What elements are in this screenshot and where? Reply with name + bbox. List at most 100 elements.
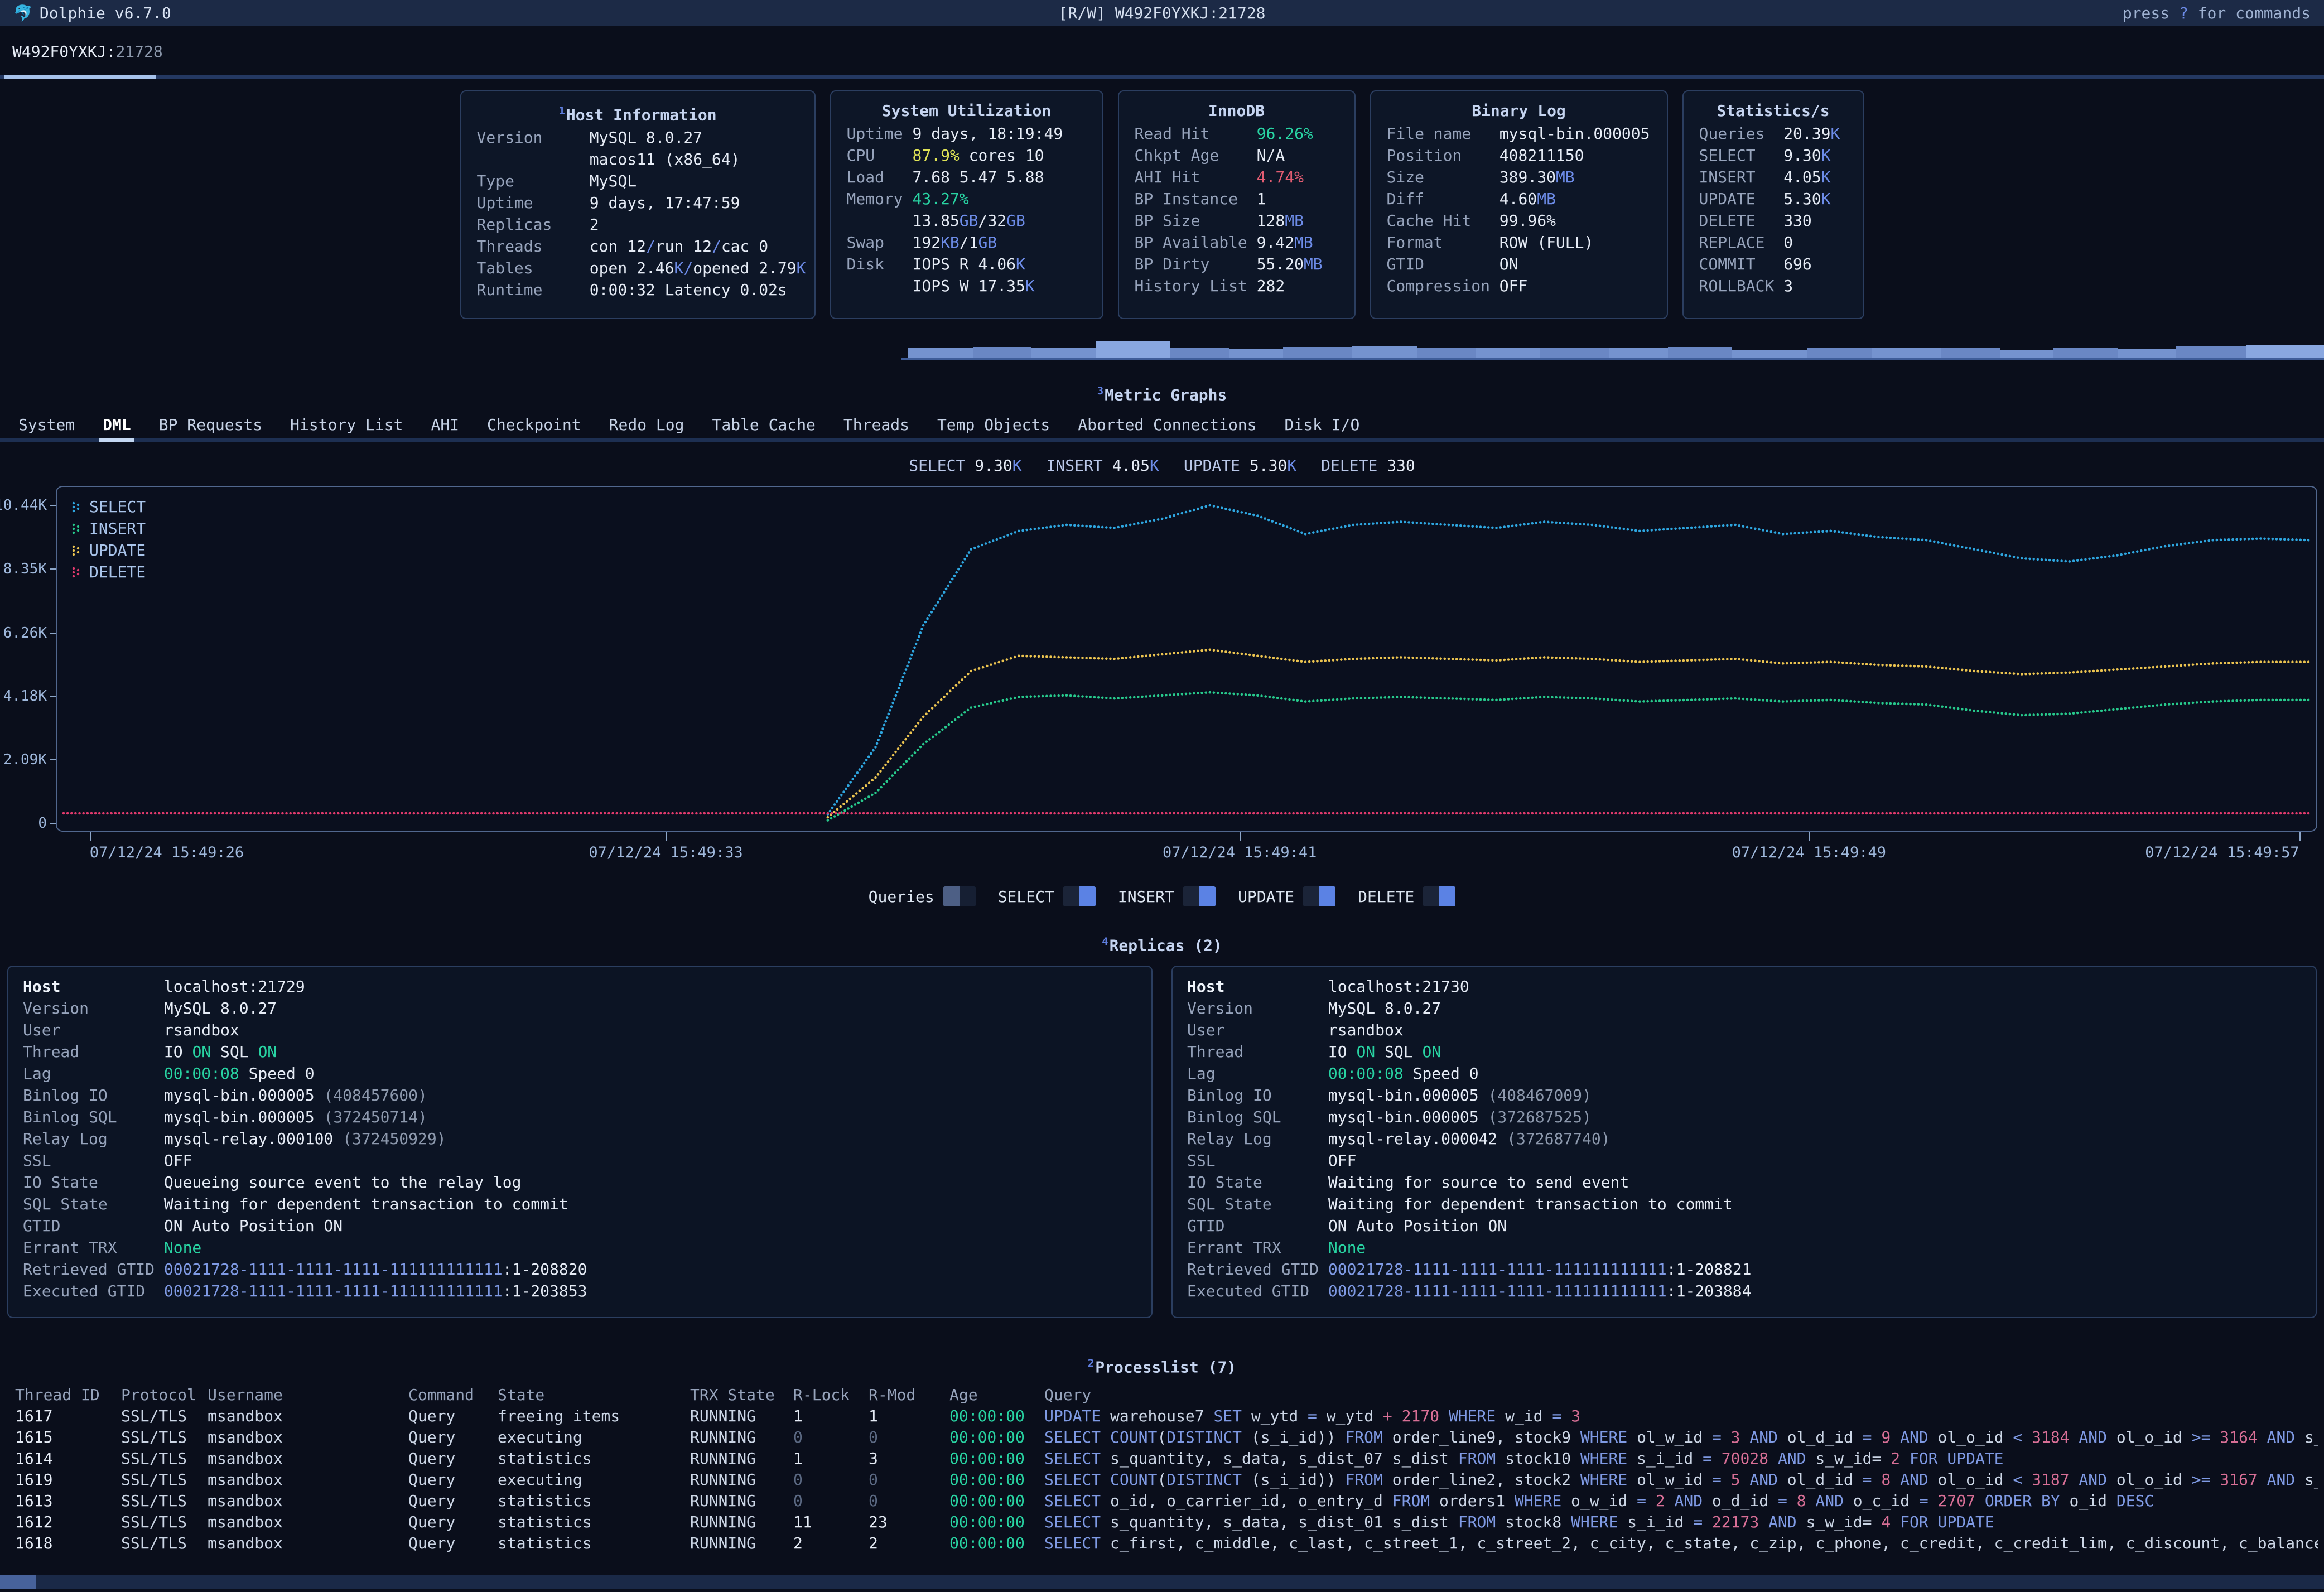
cell-thread-id: 1618 [15, 1533, 121, 1554]
replica-row: Executed GTID00021728-1111-1111-1111-111… [23, 1280, 1137, 1302]
cell-query: SELECT o_id, o_carrier_id, o_entry_d FRO… [1044, 1490, 2318, 1512]
metric-tab-checkpoint[interactable]: Checkpoint [473, 412, 595, 438]
replica-value: mysql-bin.000005 (408457600) [164, 1084, 427, 1106]
toggle-item-update: UPDATE [1238, 886, 1335, 906]
metric-tab-dml[interactable]: DML [89, 412, 145, 438]
processlist-row[interactable]: 1618SSL/TLSmsandboxQuerystatisticsRUNNIN… [15, 1533, 2318, 1554]
metric-tab-system[interactable]: System [4, 412, 89, 438]
replica-label: Retrieved GTID [1187, 1258, 1328, 1280]
processlist-row[interactable]: 1612SSL/TLSmsandboxQuerystatisticsRUNNIN… [15, 1512, 2318, 1533]
metric-tab-history-list[interactable]: History List [276, 412, 417, 438]
dolphie-app: { "header": { "app_icon": "🐬", "app_titl… [0, 0, 2324, 1592]
cell-r-lock: 0 [793, 1490, 869, 1512]
info-row: Threadscon 12/run 12/cac 0 [477, 235, 799, 257]
info-value: MySQL [590, 170, 637, 192]
replica-row: Executed GTID00021728-1111-1111-1111-111… [1187, 1280, 2301, 1302]
replica-value: Queueing source event to the relay log [164, 1171, 522, 1193]
info-label: Format [1387, 231, 1499, 253]
legend-item-delete: DELETE [71, 561, 146, 583]
info-label: BP Dirty [1135, 253, 1257, 275]
legend-dots-icon [71, 501, 80, 513]
processlist-row[interactable]: 1617SSL/TLSmsandboxQueryfreeing itemsRUN… [15, 1406, 2318, 1427]
cell-protocol: SSL/TLS [121, 1512, 208, 1533]
cell-username: msandbox [208, 1406, 408, 1427]
processlist-row[interactable]: 1613SSL/TLSmsandboxQuerystatisticsRUNNIN… [15, 1490, 2318, 1512]
x-axis-label: 07/12/24 15:49:33 [589, 844, 742, 861]
metric-tab-table-cache[interactable]: Table Cache [698, 412, 829, 438]
metric-tab-disk-i-o[interactable]: Disk I/O [1271, 412, 1374, 438]
toggle-delete[interactable] [1423, 886, 1455, 906]
legend-label: INSERT [89, 519, 146, 538]
cell-r-lock: 2 [793, 1533, 869, 1554]
toggle-queries[interactable] [943, 886, 976, 906]
y-axis-tick [50, 568, 56, 570]
toggle-item-insert: INSERT [1118, 886, 1216, 906]
cell-query: SELECT s_quantity, s_data, s_dist_07 s_d… [1044, 1448, 2318, 1469]
info-value: 13.85GB/32GB [913, 210, 1025, 231]
toggle-insert[interactable] [1183, 886, 1216, 906]
replica-value: mysql-relay.000100 (372450929) [164, 1128, 446, 1150]
scrollbar-thumb[interactable] [0, 1575, 36, 1589]
help-hint: press ? for commands [2123, 4, 2311, 22]
info-label: REPLACE [1699, 231, 1784, 253]
metric-tab-temp-objects[interactable]: Temp Objects [923, 412, 1064, 438]
replica-value: 00021728-1111-1111-1111-111111111111:1-2… [164, 1280, 587, 1302]
host-tab[interactable]: W492F0YXKJ:21728 [12, 42, 163, 61]
cell-state: statistics [498, 1448, 690, 1469]
replica-label: Host [23, 976, 164, 997]
info-row: Uptime9 days, 18:19:49 [847, 123, 1087, 144]
metric-tab-threads[interactable]: Threads [830, 412, 923, 438]
cell-username: msandbox [208, 1512, 408, 1533]
replica-label: Errant TRX [23, 1237, 164, 1258]
replica-row: SQL StateWaiting for dependent transacti… [1187, 1193, 2301, 1215]
replica-panel-1: Hostlocalhost:21729VersionMySQL 8.0.27Us… [7, 966, 1153, 1318]
replica-value: MySQL 8.0.27 [164, 997, 277, 1019]
metric-tab-bp-requests[interactable]: BP Requests [145, 412, 276, 438]
info-label: Size [1387, 166, 1499, 188]
column-header-trx-state: TRX State [690, 1384, 793, 1406]
info-value: OFF [1499, 275, 1528, 297]
bottom-scrollbar[interactable] [0, 1575, 2324, 1589]
replica-row: Hostlocalhost:21730 [1187, 976, 2301, 997]
info-label: Swap [847, 231, 913, 253]
info-row: File namemysql-bin.000005 [1387, 123, 1651, 144]
replica-label: Thread [1187, 1041, 1328, 1063]
info-row: Diff4.60MB [1387, 188, 1651, 210]
replica-row: ThreadIO ON SQL ON [23, 1041, 1137, 1063]
info-row: BP Instance1 [1135, 188, 1339, 210]
processlist-row[interactable]: 1619SSL/TLSmsandboxQueryexecutingRUNNING… [15, 1469, 2318, 1490]
metric-tab-bar: SystemDMLBP RequestsHistory ListAHICheck… [0, 412, 2324, 438]
info-row: IOPS W 17.35K [847, 275, 1087, 297]
processlist-row[interactable]: 1615SSL/TLSmsandboxQueryexecutingRUNNING… [15, 1427, 2318, 1448]
toggle-item-delete: DELETE [1358, 886, 1455, 906]
cell-query: SELECT s_quantity, s_data, s_dist_01 s_d… [1044, 1512, 2318, 1533]
metric-tab-redo-log[interactable]: Redo Log [595, 412, 698, 438]
info-label: Position [1387, 144, 1499, 166]
toggle-update[interactable] [1303, 886, 1335, 906]
panel-title: Statistics/s [1699, 99, 1848, 123]
x-axis-tick [666, 832, 667, 841]
info-label: GTID [1387, 253, 1499, 275]
processlist-row[interactable]: 1614SSL/TLSmsandboxQuerystatisticsRUNNIN… [15, 1448, 2318, 1469]
info-label: BP Size [1135, 210, 1257, 231]
cell-protocol: SSL/TLS [121, 1533, 208, 1554]
activity-sparkline [901, 340, 2324, 360]
info-label: Compression [1387, 275, 1499, 297]
cell-thread-id: 1613 [15, 1490, 121, 1512]
toggle-label: Queries [869, 887, 934, 906]
metric-tab-ahi[interactable]: AHI [417, 412, 473, 438]
replica-value: 00021728-1111-1111-1111-111111111111:1-2… [164, 1258, 587, 1280]
metric-tab-aborted-connections[interactable]: Aborted Connections [1064, 412, 1270, 438]
cell-trx-state: RUNNING [690, 1469, 793, 1490]
cell-command: Query [408, 1427, 498, 1448]
toggle-label: SELECT [998, 887, 1054, 906]
toggle-select[interactable] [1063, 886, 1096, 906]
info-label: SELECT [1699, 144, 1784, 166]
replica-value: localhost:21729 [164, 976, 305, 997]
replica-label: User [23, 1019, 164, 1041]
info-row: DELETE330 [1699, 210, 1848, 231]
replica-row: Relay Logmysql-relay.000100 (372450929) [23, 1128, 1137, 1150]
x-axis-label: 07/12/24 15:49:49 [1732, 844, 1886, 861]
cell-r-lock: 0 [793, 1427, 869, 1448]
replica-row: Binlog SQLmysql-bin.000005 (372687525) [1187, 1106, 2301, 1128]
